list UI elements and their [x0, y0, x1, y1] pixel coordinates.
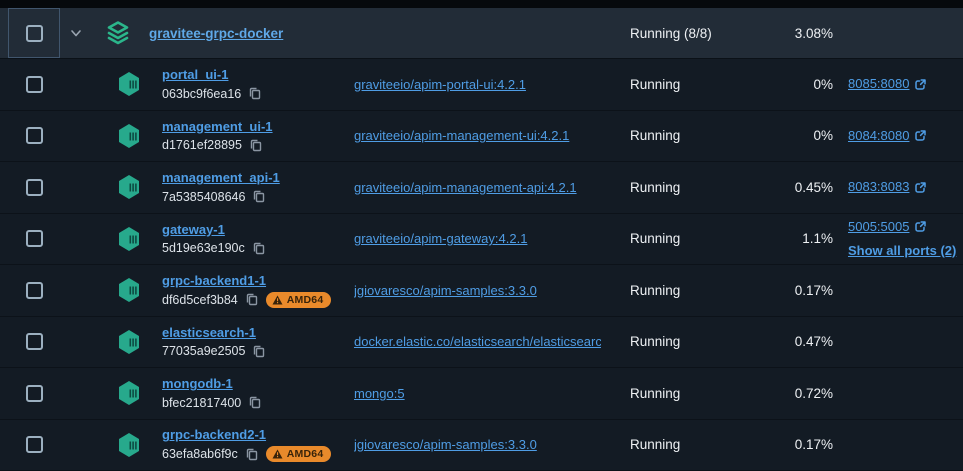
compose-group-row: gravitee-grpc-docker Running (8/8) 3.08% — [0, 8, 963, 59]
image-link[interactable]: graviteeio/apim-management-api:4.2.1 — [354, 180, 577, 195]
container-name-link[interactable]: gateway-1 — [162, 222, 225, 237]
copy-icon[interactable] — [248, 395, 262, 410]
external-link-icon[interactable] — [914, 181, 927, 194]
image-link[interactable]: graviteeio/apim-portal-ui:4.2.1 — [354, 77, 526, 92]
container-status: Running — [630, 231, 680, 246]
container-cpu: 0.17% — [795, 283, 833, 298]
container-cpu: 1.1% — [802, 231, 833, 246]
container-name-link[interactable]: management_api-1 — [162, 170, 280, 185]
row-checkbox[interactable] — [26, 436, 43, 453]
compose-group-title-link[interactable]: gravitee-grpc-docker — [149, 26, 283, 41]
container-cpu: 0.72% — [795, 386, 833, 401]
image-link[interactable]: docker.elastic.co/elasticsearch/elastics… — [354, 334, 601, 349]
container-icon — [117, 174, 141, 200]
container-id: bfec21817400 — [162, 396, 241, 410]
group-checkbox-cell — [8, 8, 60, 58]
window-top-bar — [0, 0, 963, 8]
group-status: Running (8/8) — [630, 26, 712, 41]
container-icon — [117, 380, 141, 406]
row-checkbox[interactable] — [26, 282, 43, 299]
copy-icon[interactable] — [252, 189, 266, 204]
container-id: d1761ef28895 — [162, 138, 242, 152]
container-icon — [117, 432, 141, 458]
container-icon — [117, 329, 141, 355]
copy-icon[interactable] — [248, 86, 262, 101]
container-cpu: 0.45% — [795, 180, 833, 195]
copy-icon[interactable] — [252, 344, 266, 359]
container-status: Running — [630, 386, 680, 401]
row-checkbox[interactable] — [26, 127, 43, 144]
image-link[interactable]: mongo:5 — [354, 386, 405, 401]
container-status: Running — [630, 180, 680, 195]
copy-icon[interactable] — [245, 292, 259, 307]
container-status: Running — [630, 437, 680, 452]
container-name-link[interactable]: portal_ui-1 — [162, 67, 228, 82]
group-cpu: 3.08% — [795, 26, 833, 41]
container-icon — [117, 123, 141, 149]
compose-stack-icon — [105, 20, 131, 46]
row-checkbox[interactable] — [26, 76, 43, 93]
container-name-link[interactable]: grpc-backend1-1 — [162, 273, 266, 288]
copy-icon[interactable] — [252, 241, 266, 256]
container-row: grpc-backend2-1 63efa8ab6f9c AMD64 jgiov… — [0, 420, 963, 471]
container-cpu: 0.47% — [795, 334, 833, 349]
row-checkbox[interactable] — [26, 333, 43, 350]
image-link[interactable]: graviteeio/apim-gateway:4.2.1 — [354, 231, 527, 246]
image-link[interactable]: jgiovaresco/apim-samples:3.3.0 — [354, 437, 537, 452]
container-row: management_api-1 7a5385408646 graviteeio… — [0, 162, 963, 214]
external-link-icon[interactable] — [914, 129, 927, 142]
arch-badge-label: AMD64 — [287, 448, 324, 460]
group-checkbox[interactable] — [26, 25, 43, 42]
container-id: 63efa8ab6f9c — [162, 447, 238, 461]
row-checkbox[interactable] — [26, 385, 43, 402]
copy-icon[interactable] — [249, 138, 263, 153]
port-link[interactable]: 8084:8080 — [848, 124, 909, 148]
row-checkbox[interactable] — [26, 179, 43, 196]
container-id: 063bc9f6ea16 — [162, 87, 241, 101]
container-row: management_ui-1 d1761ef28895 graviteeio/… — [0, 111, 963, 163]
container-row: grpc-backend1-1 df6d5cef3b84 AMD64 jgiov… — [0, 265, 963, 317]
container-cpu: 0% — [813, 77, 833, 92]
container-row: mongodb-1 bfec21817400 mongo:5 Running 0… — [0, 368, 963, 420]
arch-badge-label: AMD64 — [287, 294, 324, 306]
container-icon — [117, 226, 141, 252]
row-checkbox[interactable] — [26, 230, 43, 247]
port-link[interactable]: 8083:8083 — [848, 175, 909, 199]
container-row: gateway-1 5d19e63e190c graviteeio/apim-g… — [0, 214, 963, 266]
container-row: elasticsearch-1 77035a9e2505 docker.elas… — [0, 317, 963, 369]
container-status: Running — [630, 77, 680, 92]
container-name-link[interactable]: elasticsearch-1 — [162, 325, 256, 340]
arch-badge: AMD64 — [266, 292, 332, 308]
container-icon — [117, 277, 141, 303]
image-link[interactable]: jgiovaresco/apim-samples:3.3.0 — [354, 283, 537, 298]
container-icon — [117, 71, 141, 97]
container-status: Running — [630, 283, 680, 298]
arch-badge: AMD64 — [266, 446, 332, 462]
port-link[interactable]: 8085:8080 — [848, 72, 909, 96]
copy-icon[interactable] — [245, 447, 259, 462]
container-id: df6d5cef3b84 — [162, 293, 238, 307]
container-status: Running — [630, 334, 680, 349]
container-status: Running — [630, 128, 680, 143]
port-link[interactable]: 5005:5005 — [848, 215, 909, 239]
container-id: 7a5385408646 — [162, 190, 245, 204]
external-link-icon[interactable] — [914, 78, 927, 91]
container-id: 77035a9e2505 — [162, 344, 245, 358]
container-id: 5d19e63e190c — [162, 241, 245, 255]
warning-triangle-icon — [272, 295, 283, 305]
warning-triangle-icon — [272, 449, 283, 459]
container-name-link[interactable]: mongodb-1 — [162, 376, 233, 391]
chevron-down-icon[interactable] — [69, 26, 83, 40]
container-cpu: 0.17% — [795, 437, 833, 452]
show-all-ports-link[interactable]: Show all ports (2) — [848, 239, 956, 263]
image-link[interactable]: graviteeio/apim-management-ui:4.2.1 — [354, 128, 569, 143]
container-row: portal_ui-1 063bc9f6ea16 graviteeio/apim… — [0, 59, 963, 111]
container-name-link[interactable]: management_ui-1 — [162, 119, 273, 134]
external-link-icon[interactable] — [914, 220, 927, 233]
container-cpu: 0% — [813, 128, 833, 143]
container-name-link[interactable]: grpc-backend2-1 — [162, 427, 266, 442]
